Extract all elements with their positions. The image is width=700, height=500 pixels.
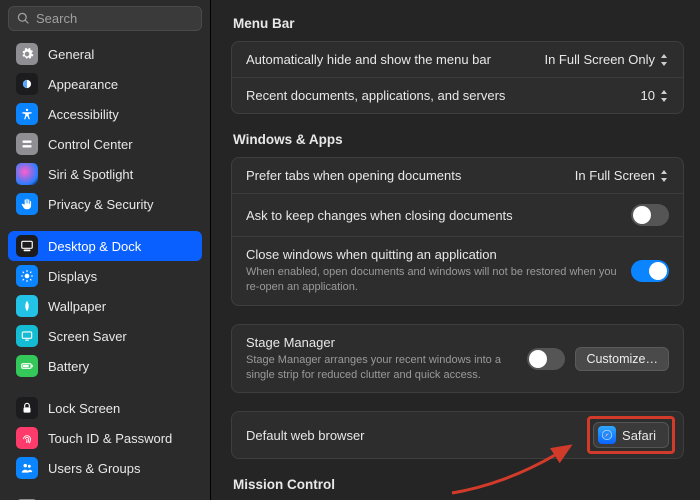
sidebar-item-label: Desktop & Dock xyxy=(48,239,141,254)
toggle-close-windows-quit[interactable] xyxy=(631,260,669,282)
updown-icon xyxy=(659,53,669,67)
sidebar-item-label: Battery xyxy=(48,359,89,374)
row-default-browser: Default web browser Safari xyxy=(232,412,683,458)
dropdown-default-browser[interactable]: Safari xyxy=(593,422,669,448)
label-stage-manager: Stage Manager xyxy=(246,335,513,350)
label-prefer-tabs: Prefer tabs when opening documents xyxy=(246,168,561,183)
label-ask-keep-changes: Ask to keep changes when closing documen… xyxy=(246,208,617,223)
sidebar-item-screen-saver[interactable]: Screen Saver xyxy=(8,321,202,351)
sidebar-item-users-groups[interactable]: Users & Groups xyxy=(8,453,202,483)
search-field[interactable] xyxy=(8,6,202,31)
dropdown-prefer-tabs[interactable]: In Full Screen xyxy=(575,168,669,183)
sidebar-item-label: Users & Groups xyxy=(48,461,140,476)
sidebar-item-label: Lock Screen xyxy=(48,401,120,416)
sidebar-list: General Appearance Accessibility Control… xyxy=(0,37,210,500)
search-icon xyxy=(17,12,30,25)
sidebar-item-label: Siri & Spotlight xyxy=(48,167,133,182)
sidebar-item-label: Touch ID & Password xyxy=(48,431,172,446)
section-title-menubar: Menu Bar xyxy=(233,16,684,31)
hand-icon xyxy=(16,193,38,215)
screen-saver-icon xyxy=(16,325,38,347)
menubar-card: Automatically hide and show the menu bar… xyxy=(231,41,684,114)
sidebar-item-label: Control Center xyxy=(48,137,133,152)
sidebar-item-siri-spotlight[interactable]: Siri & Spotlight xyxy=(8,159,202,189)
sidebar-item-touch-id-password[interactable]: Touch ID & Password xyxy=(8,423,202,453)
updown-icon xyxy=(659,89,669,103)
search-input[interactable] xyxy=(36,11,193,26)
safari-icon xyxy=(598,426,616,444)
label-default-browser: Default web browser xyxy=(246,428,579,443)
appearance-icon xyxy=(16,73,38,95)
customize-button[interactable]: Customize… xyxy=(575,347,669,371)
sidebar-item-desktop-dock[interactable]: Desktop & Dock xyxy=(8,231,202,261)
users-icon xyxy=(16,457,38,479)
sidebar-item-privacy-security[interactable]: Privacy & Security xyxy=(8,189,202,219)
sidebar-item-label: General xyxy=(48,47,94,62)
siri-icon xyxy=(16,163,38,185)
updown-icon xyxy=(659,169,669,183)
control-center-icon xyxy=(16,133,38,155)
fingerprint-icon xyxy=(16,427,38,449)
sidebar-item-label: Accessibility xyxy=(48,107,119,122)
displays-icon xyxy=(16,265,38,287)
annotation-highlight: Safari xyxy=(593,422,669,448)
sidebar-item-label: Wallpaper xyxy=(48,299,106,314)
toggle-ask-keep-changes[interactable] xyxy=(631,204,669,226)
label-autohide-menubar: Automatically hide and show the menu bar xyxy=(246,52,530,67)
accessibility-icon xyxy=(16,103,38,125)
row-prefer-tabs: Prefer tabs when opening documents In Fu… xyxy=(232,158,683,193)
sidebar-item-appearance[interactable]: Appearance xyxy=(8,69,202,99)
sidebar-item-control-center[interactable]: Control Center xyxy=(8,129,202,159)
desc-close-windows-quit: When enabled, open documents and windows… xyxy=(246,265,617,295)
dropdown-recent-items[interactable]: 10 xyxy=(641,88,669,103)
row-stage-manager: Stage Manager Stage Manager arranges you… xyxy=(232,325,683,393)
stage-manager-card: Stage Manager Stage Manager arranges you… xyxy=(231,324,684,394)
sidebar-item-displays[interactable]: Displays xyxy=(8,261,202,291)
battery-icon xyxy=(16,355,38,377)
sidebar-item-lock-screen[interactable]: Lock Screen xyxy=(8,393,202,423)
row-recent-items: Recent documents, applications, and serv… xyxy=(232,77,683,113)
row-close-windows-quit: Close windows when quitting an applicati… xyxy=(232,236,683,305)
sidebar-item-label: Privacy & Security xyxy=(48,197,153,212)
sidebar-item-accessibility[interactable]: Accessibility xyxy=(8,99,202,129)
sidebar-item-wallpaper[interactable]: Wallpaper xyxy=(8,291,202,321)
sidebar-item-label: Displays xyxy=(48,269,97,284)
row-autohide-menubar: Automatically hide and show the menu bar… xyxy=(232,42,683,77)
sidebar-item-general[interactable]: General xyxy=(8,39,202,69)
sidebar: General Appearance Accessibility Control… xyxy=(0,0,210,500)
sidebar-item-passwords[interactable]: Passwords xyxy=(8,495,202,500)
gear-icon xyxy=(16,43,38,65)
sidebar-item-label: Screen Saver xyxy=(48,329,127,344)
toggle-stage-manager[interactable] xyxy=(527,348,565,370)
sidebar-item-label: Appearance xyxy=(48,77,118,92)
section-title-mission-control: Mission Control xyxy=(233,477,684,492)
wallpaper-icon xyxy=(16,295,38,317)
row-ask-keep-changes: Ask to keep changes when closing documen… xyxy=(232,193,683,236)
windows-apps-card: Prefer tabs when opening documents In Fu… xyxy=(231,157,684,306)
label-close-windows-quit: Close windows when quitting an applicati… xyxy=(246,247,617,262)
system-settings-window: General Appearance Accessibility Control… xyxy=(0,0,700,500)
desktop-dock-icon xyxy=(16,235,38,257)
desc-stage-manager: Stage Manager arranges your recent windo… xyxy=(246,353,513,383)
section-title-windows-apps: Windows & Apps xyxy=(233,132,684,147)
lock-icon xyxy=(16,397,38,419)
sidebar-item-battery[interactable]: Battery xyxy=(8,351,202,381)
settings-content: Menu Bar Automatically hide and show the… xyxy=(210,0,700,500)
dropdown-autohide-menubar[interactable]: In Full Screen Only xyxy=(544,52,669,67)
default-browser-card: Default web browser Safari xyxy=(231,411,684,459)
label-recent-items: Recent documents, applications, and serv… xyxy=(246,88,627,103)
